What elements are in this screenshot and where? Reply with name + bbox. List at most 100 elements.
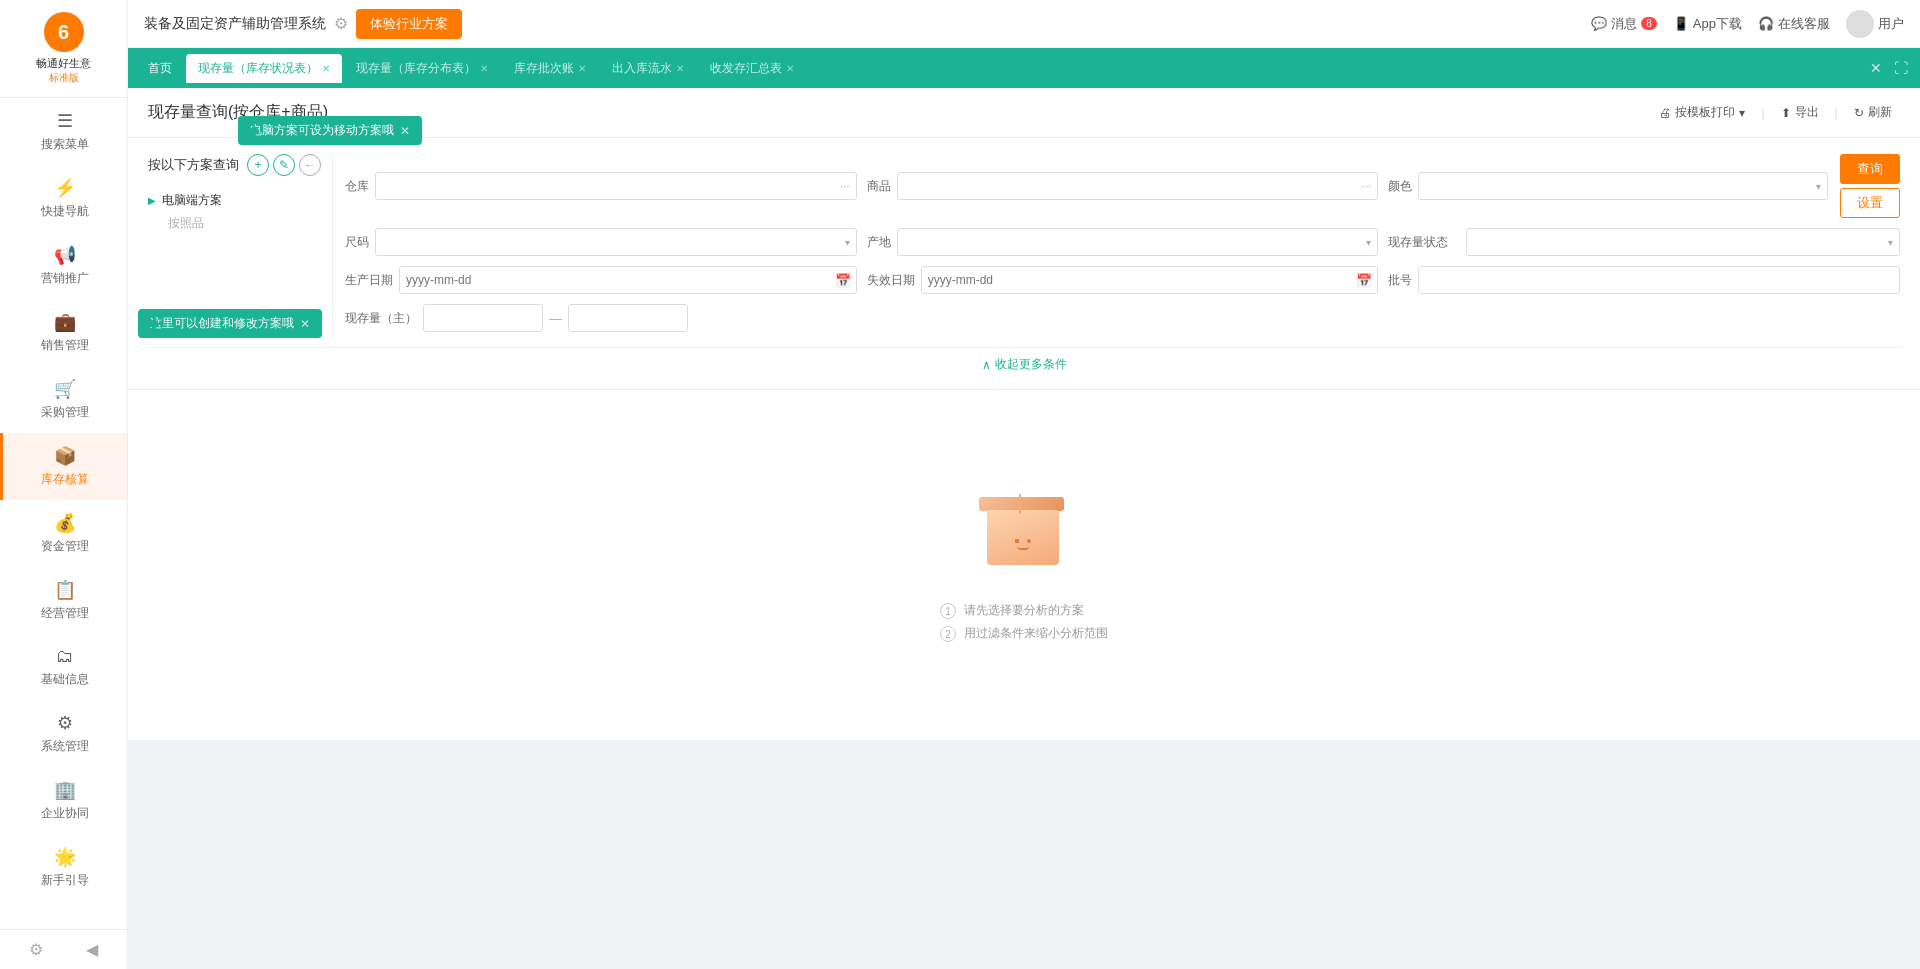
sidebar-item-label: 基础信息 (41, 671, 89, 688)
scheme-list: ▶ 电脑端方案 按照品 (148, 188, 322, 234)
scheme-desktop[interactable]: ▶ 电脑端方案 (148, 188, 322, 213)
color-label: 颜色 (1388, 178, 1412, 195)
batch-no-input[interactable] (1418, 266, 1900, 294)
tooltip-create-scheme: 这里可以创建和修改方案哦 ✕ (138, 309, 322, 338)
print-dropdown-icon: ▾ (1739, 106, 1745, 120)
close-all-tabs-icon[interactable]: ✕ (1866, 56, 1886, 80)
sidebar-item-label: 资金管理 (41, 538, 89, 555)
add-scheme-btn[interactable]: + (247, 154, 269, 176)
tab-close-icon[interactable]: ✕ (578, 63, 586, 74)
warehouse-input[interactable]: ··· (375, 172, 857, 200)
stock-qty-max[interactable] (568, 304, 688, 332)
system-name: 装备及固定资产辅助管理系统 (144, 15, 326, 33)
origin-arrow-icon: ▾ (1366, 237, 1371, 248)
sidebar-item-guide[interactable]: 🌟 新手引导 (0, 834, 127, 901)
page-content: 现存量查询(按仓库+商品) 🖨 按模板打印 ▾ | ⬆ 导出 | ↻ 刷新 (128, 88, 1920, 969)
warehouse-dots: ··· (840, 179, 850, 193)
enterprise-icon: 🏢 (54, 779, 76, 801)
sidebar-nav: ☰ 搜索菜单 ⚡ 快捷导航 📢 营销推广 💼 销售管理 🛒 采购管理 📦 库存核… (0, 98, 127, 929)
filter-header: 按以下方案查询 + ✎ ← (148, 154, 322, 176)
app-icon: 📱 (1673, 16, 1689, 31)
sidebar-item-enterprise[interactable]: 🏢 企业协同 (0, 767, 127, 834)
edit-scheme-btn[interactable]: ✎ (273, 154, 295, 176)
sidebar-item-purchase[interactable]: 🛒 采购管理 (0, 366, 127, 433)
user-menu[interactable]: 用户 (1846, 10, 1904, 38)
empty-illustration (969, 482, 1079, 582)
export-btn[interactable]: ⬆ 导出 (1773, 100, 1827, 125)
scheme-desktop-child[interactable]: 按照品 (148, 213, 322, 234)
collapse-btn[interactable]: ∧ 收起更多条件 (982, 356, 1067, 373)
tab-home[interactable]: 首页 (136, 54, 184, 83)
origin-select[interactable]: ▾ (897, 228, 1379, 256)
product-input[interactable]: ··· (897, 172, 1379, 200)
logo-icon: 6 (44, 12, 84, 52)
sidebar-item-search-menu[interactable]: ☰ 搜索菜单 (0, 98, 127, 165)
topbar-left: 装备及固定资产辅助管理系统 ⚙ 体验行业方案 (144, 9, 462, 39)
maximize-icon[interactable]: ⛶ (1890, 56, 1912, 80)
batch-no-label: 批号 (1388, 272, 1412, 289)
tab-label: 收发存汇总表 (710, 60, 782, 77)
notifications-btn[interactable]: 💬 消息 8 (1591, 15, 1657, 33)
expiry-date-start[interactable] (921, 266, 1379, 294)
tooltip2-close[interactable]: ✕ (300, 317, 310, 331)
tab-label: 现存量（库存分布表） (356, 60, 476, 77)
filter-origin: 产地 ▾ (867, 228, 1379, 256)
tooltip-text-1: 电脑方案可设为移动方案哦 (250, 122, 394, 139)
size-label: 尺码 (345, 234, 369, 251)
sidebar-item-quick-nav[interactable]: ⚡ 快捷导航 (0, 165, 127, 232)
refresh-btn[interactable]: ↻ 刷新 (1846, 100, 1900, 125)
online-support-btn[interactable]: 🎧 在线客服 (1758, 15, 1830, 33)
back-btn[interactable]: ← (299, 154, 321, 176)
size-select[interactable]: ▾ (375, 228, 857, 256)
stock-status-select[interactable]: ▾ (1466, 228, 1900, 256)
sidebar-item-inventory[interactable]: 📦 库存核算 (0, 433, 127, 500)
tab-inventory-dist[interactable]: 现存量（库存分布表） ✕ (344, 54, 500, 83)
box-handle (1019, 494, 1021, 514)
sidebar-item-finance[interactable]: 💰 资金管理 (0, 500, 127, 567)
filter-production-date: 生产日期 📅 (345, 266, 857, 294)
filter-size: 尺码 ▾ (345, 228, 857, 256)
stock-qty-min[interactable] (423, 304, 543, 332)
app-download-btn[interactable]: 📱 App下载 (1673, 15, 1742, 33)
sidebar-item-sales[interactable]: 💼 销售管理 (0, 299, 127, 366)
sidebar-item-system[interactable]: ⚙ 系统管理 (0, 700, 127, 767)
sidebar-item-marketing[interactable]: 📢 营销推广 (0, 232, 127, 299)
step1-circle: 1 (940, 603, 956, 619)
tab-batch-account[interactable]: 库存批次账 ✕ (502, 54, 598, 83)
sidebar-item-label: 搜索菜单 (41, 136, 89, 153)
tab-close-icon[interactable]: ✕ (322, 63, 330, 74)
print-btn[interactable]: 🖨 按模板打印 ▾ (1651, 100, 1753, 125)
filter-action-icons: + ✎ ← (247, 154, 321, 176)
color-select[interactable]: ▾ (1418, 172, 1828, 200)
reset-button[interactable]: 设置 (1840, 188, 1900, 218)
main-content: 装备及固定资产辅助管理系统 ⚙ 体验行业方案 💬 消息 8 📱 App下载 🎧 … (128, 0, 1920, 969)
calendar-icon-start[interactable]: 📅 (835, 273, 851, 288)
tab-inventory-status[interactable]: 现存量（库存状况表） ✕ (186, 54, 342, 83)
tooltip1-close[interactable]: ✕ (400, 124, 410, 138)
collapse-up-icon: ∧ (982, 358, 991, 372)
settings-icon[interactable]: ⚙ (334, 14, 348, 33)
filter-label: 按以下方案查询 (148, 156, 239, 174)
tab-close-icon[interactable]: ✕ (676, 63, 684, 74)
tab-receive-send[interactable]: 收发存汇总表 ✕ (698, 54, 806, 83)
sidebar-item-operations[interactable]: 📋 经营管理 (0, 567, 127, 634)
industry-plan-button[interactable]: 体验行业方案 (356, 9, 462, 39)
stock-status-arrow-icon: ▾ (1888, 237, 1893, 248)
quick-nav-icon: ⚡ (54, 177, 76, 199)
sidebar-collapse-btn[interactable]: ◀ (86, 940, 98, 959)
step1-text: 请先选择要分析的方案 (964, 602, 1084, 619)
tab-home-label: 首页 (148, 60, 172, 77)
tooltip-desktop-scheme: 电脑方案可设为移动方案哦 ✕ (238, 116, 422, 145)
production-date-start[interactable] (399, 266, 857, 294)
tab-inout-flow[interactable]: 出入库流水 ✕ (600, 54, 696, 83)
sidebar-item-label: 经营管理 (41, 605, 89, 622)
search-button[interactable]: 查询 (1840, 154, 1900, 184)
sidebar-item-label: 采购管理 (41, 404, 89, 421)
logo[interactable]: 6 畅通好生意 标准版 (0, 0, 127, 98)
sidebar-settings-btn[interactable]: ⚙ (29, 940, 43, 959)
search-reset-group: 查询 设置 (1840, 154, 1900, 218)
tab-close-icon[interactable]: ✕ (786, 63, 794, 74)
tab-close-icon[interactable]: ✕ (480, 63, 488, 74)
sidebar-item-basic-info[interactable]: 🗂 基础信息 (0, 634, 127, 700)
calendar-icon-expiry[interactable]: 📅 (1356, 273, 1372, 288)
